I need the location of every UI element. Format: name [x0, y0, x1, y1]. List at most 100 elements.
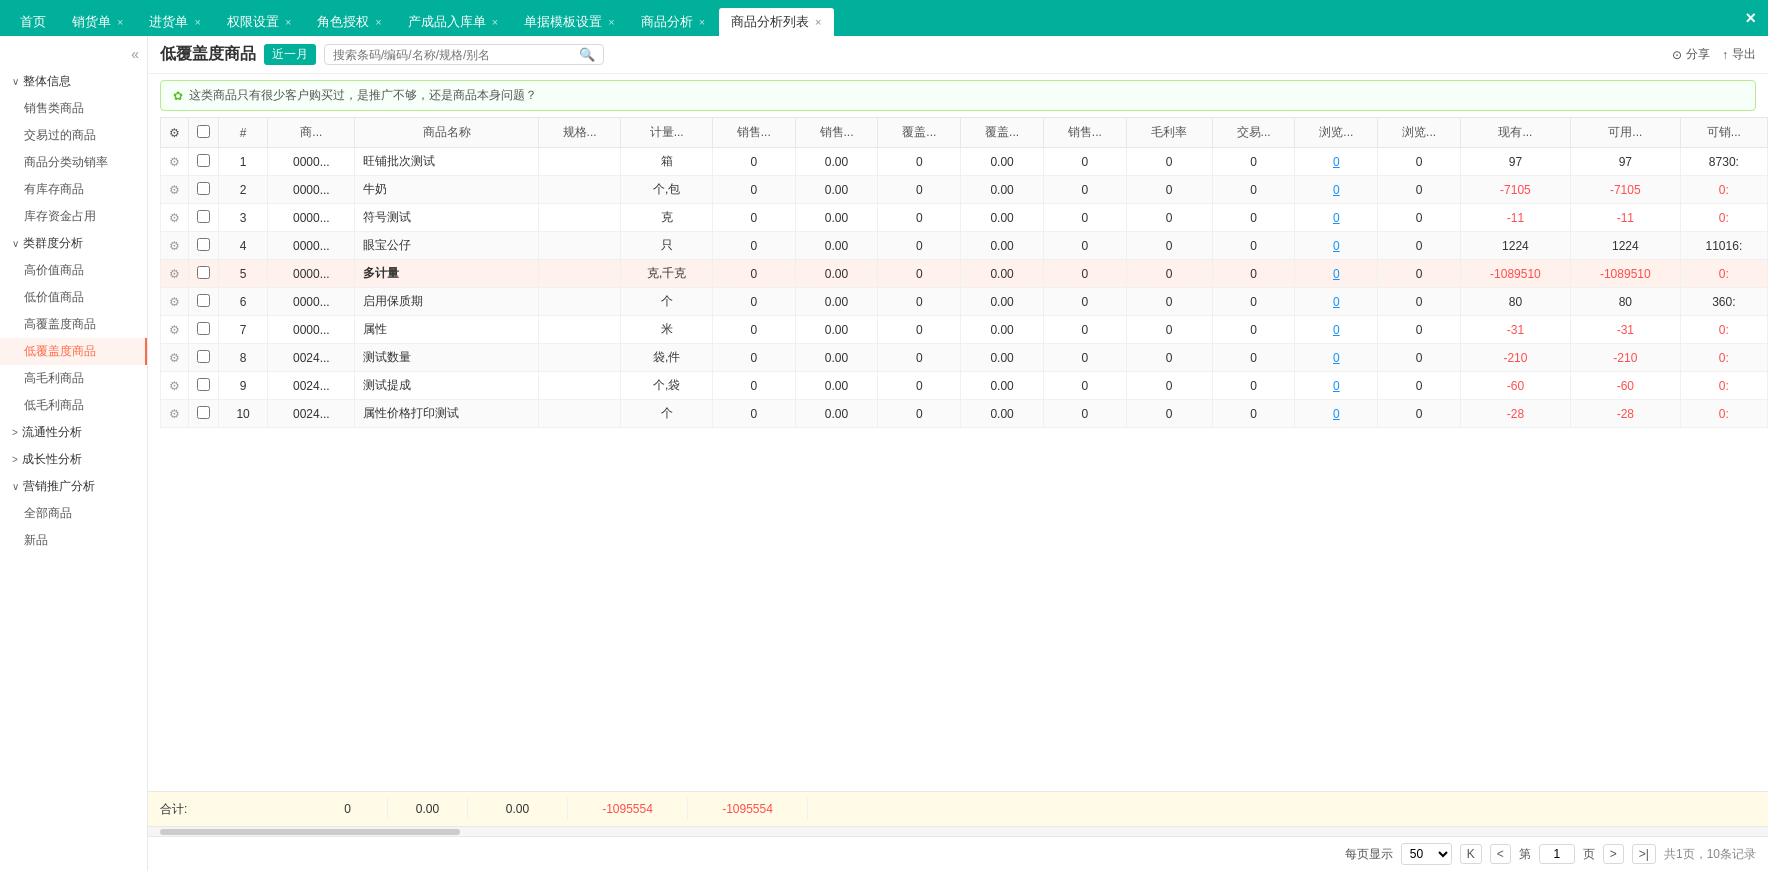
prev-page-button[interactable]: <	[1490, 844, 1511, 864]
sidebar-item[interactable]: 交易过的商品	[0, 122, 147, 149]
select-all-checkbox[interactable]	[197, 125, 210, 138]
row-checkbox[interactable]	[197, 406, 210, 419]
sidebar-item[interactable]: 高价值商品	[0, 257, 147, 284]
view1-link[interactable]: 0	[1333, 183, 1340, 197]
export-button[interactable]: ↑ 导出	[1722, 46, 1756, 63]
tab-close-icon[interactable]: ×	[492, 16, 498, 28]
nav-tab[interactable]: 权限设置×	[215, 8, 303, 36]
first-page-button[interactable]: K	[1460, 844, 1482, 864]
row-settings[interactable]: ⚙	[169, 351, 180, 365]
search-input[interactable]	[333, 48, 575, 62]
row-settings[interactable]: ⚙	[169, 379, 180, 393]
table-wrapper[interactable]: ⚙#商...商品名称规格...计量...销售...销售...覆盖...覆盖...…	[148, 117, 1768, 791]
row-checkbox[interactable]	[197, 154, 210, 167]
row-settings[interactable]: ⚙	[169, 407, 180, 421]
sidebar-item[interactable]: 库存资金占用	[0, 203, 147, 230]
sidebar-item[interactable]: 新品	[0, 527, 147, 554]
nav-tab[interactable]: 首页	[8, 8, 58, 36]
view1-link[interactable]: 0	[1333, 323, 1340, 337]
tab-close-icon[interactable]: ×	[699, 16, 705, 28]
column-header-checkbox[interactable]	[189, 118, 219, 148]
column-header-trade[interactable]: 交易...	[1212, 118, 1295, 148]
next-page-button[interactable]: >	[1603, 844, 1624, 864]
column-header-saleable[interactable]: 可销...	[1680, 118, 1767, 148]
sidebar-item[interactable]: 低价值商品	[0, 284, 147, 311]
row-settings[interactable]: ⚙	[169, 183, 180, 197]
horizontal-scrollbar[interactable]	[160, 829, 460, 835]
view1-link[interactable]: 0	[1333, 351, 1340, 365]
nav-tab[interactable]: 角色授权×	[305, 8, 393, 36]
nav-tab[interactable]: 商品分析列表×	[719, 8, 833, 36]
nav-tab[interactable]: 进货单×	[137, 8, 212, 36]
sidebar-section-header[interactable]: >流通性分析	[0, 419, 147, 446]
column-header-index[interactable]: #	[219, 118, 268, 148]
nav-tab[interactable]: 产成品入库单×	[396, 8, 510, 36]
row-settings[interactable]: ⚙	[169, 267, 180, 281]
view1-link[interactable]: 0	[1333, 407, 1340, 421]
sidebar-section-header[interactable]: >成长性分析	[0, 446, 147, 473]
column-header-coverage2[interactable]: 覆盖...	[961, 118, 1044, 148]
nav-tab[interactable]: 单据模板设置×	[512, 8, 626, 36]
column-header-code[interactable]: 商...	[268, 118, 355, 148]
row-settings[interactable]: ⚙	[169, 239, 180, 253]
search-icon[interactable]: 🔍	[579, 47, 595, 62]
row-settings[interactable]: ⚙	[169, 211, 180, 225]
row-settings[interactable]: ⚙	[169, 323, 180, 337]
sidebar-section-header[interactable]: ∨类群度分析	[0, 230, 147, 257]
row-checkbox[interactable]	[197, 182, 210, 195]
row-checkbox[interactable]	[197, 238, 210, 251]
sidebar-item[interactable]: 低毛利商品	[0, 392, 147, 419]
close-all-button[interactable]: ×	[1745, 8, 1756, 29]
column-header-settings[interactable]: ⚙	[161, 118, 189, 148]
view1-link[interactable]: 0	[1333, 155, 1340, 169]
row-checkbox[interactable]	[197, 210, 210, 223]
column-header-sales_qty[interactable]: 销售...	[712, 118, 795, 148]
sidebar-item[interactable]: 高毛利商品	[0, 365, 147, 392]
sidebar-item[interactable]: 高覆盖度商品	[0, 311, 147, 338]
sidebar-toggle[interactable]: «	[0, 40, 147, 68]
tab-close-icon[interactable]: ×	[815, 16, 821, 28]
period-button[interactable]: 近一月	[264, 44, 316, 65]
sidebar-item[interactable]: 有库存商品	[0, 176, 147, 203]
column-header-spec[interactable]: 规格...	[538, 118, 621, 148]
tab-close-icon[interactable]: ×	[285, 16, 291, 28]
row-checkbox[interactable]	[197, 266, 210, 279]
view1-link[interactable]: 0	[1333, 379, 1340, 393]
row-settings[interactable]: ⚙	[169, 155, 180, 169]
view1-link[interactable]: 0	[1333, 267, 1340, 281]
sidebar-section-header[interactable]: ∨整体信息	[0, 68, 147, 95]
tab-close-icon[interactable]: ×	[194, 16, 200, 28]
tab-close-icon[interactable]: ×	[608, 16, 614, 28]
column-header-sales3[interactable]: 销售...	[1043, 118, 1126, 148]
tab-close-icon[interactable]: ×	[375, 16, 381, 28]
column-header-coverage1[interactable]: 覆盖...	[878, 118, 961, 148]
view1-link[interactable]: 0	[1333, 211, 1340, 225]
row-checkbox[interactable]	[197, 350, 210, 363]
share-button[interactable]: ⊙ 分享	[1672, 46, 1710, 63]
column-header-sales_amt[interactable]: 销售...	[795, 118, 878, 148]
row-settings[interactable]: ⚙	[169, 295, 180, 309]
sidebar-item[interactable]: 低覆盖度商品	[0, 338, 147, 365]
column-header-view2[interactable]: 浏览...	[1378, 118, 1461, 148]
nav-tab[interactable]: 商品分析×	[629, 8, 717, 36]
page-size-select[interactable]: 5020100	[1401, 843, 1452, 865]
scrollbar-area[interactable]	[148, 826, 1768, 836]
sidebar-section-header[interactable]: ∨营销推广分析	[0, 473, 147, 500]
sidebar-item[interactable]: 销售类商品	[0, 95, 147, 122]
row-checkbox[interactable]	[197, 294, 210, 307]
column-header-gross_margin[interactable]: 毛利率	[1126, 118, 1212, 148]
view1-link[interactable]: 0	[1333, 295, 1340, 309]
column-header-name[interactable]: 商品名称	[355, 118, 538, 148]
settings-icon[interactable]: ⚙	[169, 126, 180, 140]
last-page-button[interactable]: >|	[1632, 844, 1656, 864]
nav-tab[interactable]: 销货单×	[60, 8, 135, 36]
sidebar-item[interactable]: 商品分类动销率	[0, 149, 147, 176]
page-input[interactable]	[1539, 844, 1575, 864]
column-header-current_stock[interactable]: 现有...	[1461, 118, 1571, 148]
sidebar-item[interactable]: 全部商品	[0, 500, 147, 527]
tab-close-icon[interactable]: ×	[117, 16, 123, 28]
view1-link[interactable]: 0	[1333, 239, 1340, 253]
column-header-unit[interactable]: 计量...	[621, 118, 712, 148]
row-checkbox[interactable]	[197, 378, 210, 391]
row-checkbox[interactable]	[197, 322, 210, 335]
